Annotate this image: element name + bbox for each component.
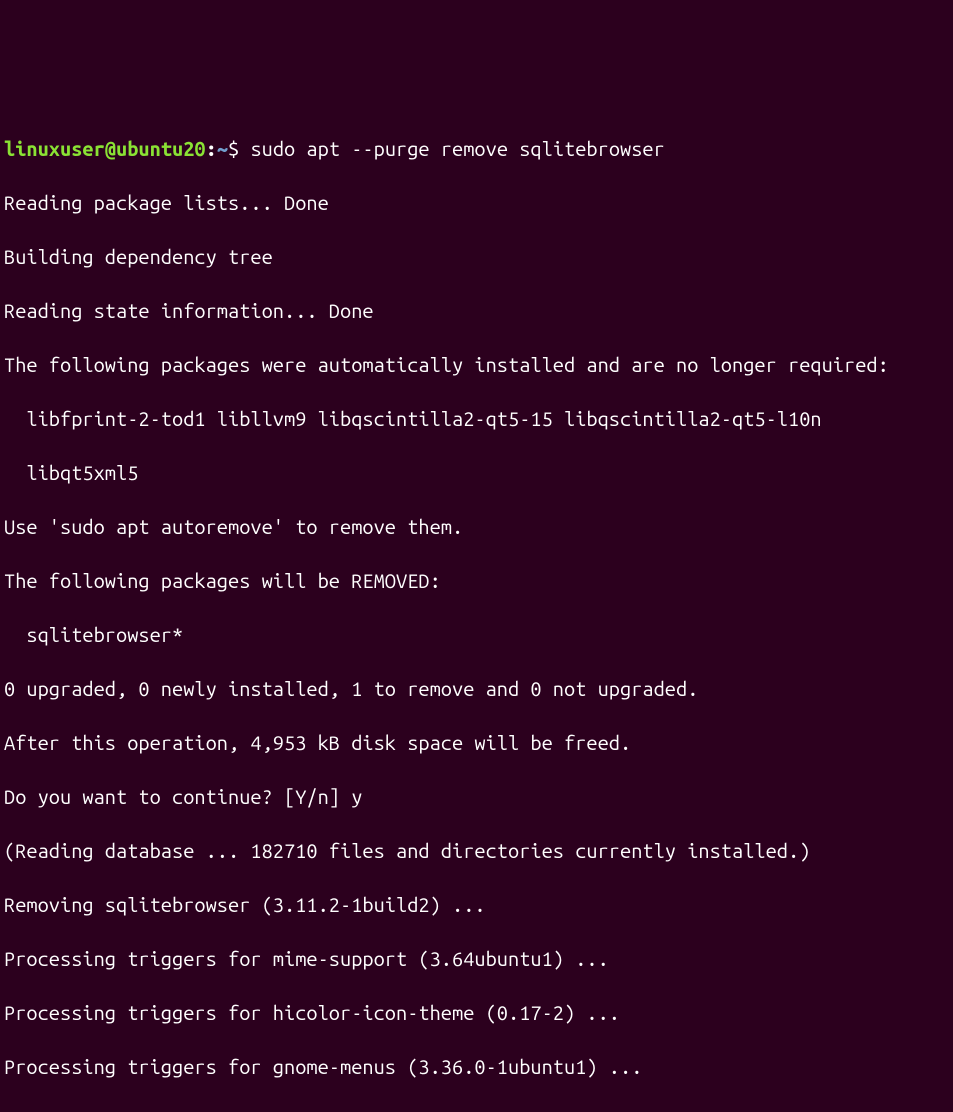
- prompt-host: ubuntu20: [116, 137, 206, 160]
- output-line: Processing triggers for gnome-menus (3.3…: [4, 1053, 949, 1080]
- prompt-path: ~: [217, 137, 228, 160]
- prompt-dollar: $: [228, 137, 250, 160]
- output-line: The following packages were automaticall…: [4, 351, 949, 378]
- output-line: 0 upgraded, 0 newly installed, 1 to remo…: [4, 675, 949, 702]
- output-line: (Reading database ... 182710 files and d…: [4, 837, 949, 864]
- prompt-at: @: [105, 137, 116, 160]
- output-line: libqt5xml5: [4, 459, 949, 486]
- output-line: Use 'sudo apt autoremove' to remove them…: [4, 513, 949, 540]
- command-text: sudo apt --purge remove sqlitebrowser: [250, 137, 664, 160]
- output-line: Do you want to continue? [Y/n] y: [4, 783, 949, 810]
- output-line: Reading state information... Done: [4, 297, 949, 324]
- terminal-window[interactable]: linuxuser@ubuntu20:~$ sudo apt --purge r…: [0, 108, 953, 1112]
- prompt-colon: :: [206, 137, 217, 160]
- output-line: Removing sqlitebrowser (3.11.2-1build2) …: [4, 891, 949, 918]
- prompt-user: linuxuser: [4, 137, 105, 160]
- output-line: Processing triggers for hicolor-icon-the…: [4, 999, 949, 1026]
- output-line: sqlitebrowser*: [4, 621, 949, 648]
- output-line: libfprint-2-tod1 libllvm9 libqscintilla2…: [4, 405, 949, 432]
- output-line: Building dependency tree: [4, 243, 949, 270]
- output-line: Processing triggers for man-db (2.9.1-1)…: [4, 1107, 949, 1112]
- output-line: Processing triggers for mime-support (3.…: [4, 945, 949, 972]
- output-line: After this operation, 4,953 kB disk spac…: [4, 729, 949, 756]
- output-line: The following packages will be REMOVED:: [4, 567, 949, 594]
- prompt-line-1: linuxuser@ubuntu20:~$ sudo apt --purge r…: [4, 135, 949, 162]
- output-line: Reading package lists... Done: [4, 189, 949, 216]
